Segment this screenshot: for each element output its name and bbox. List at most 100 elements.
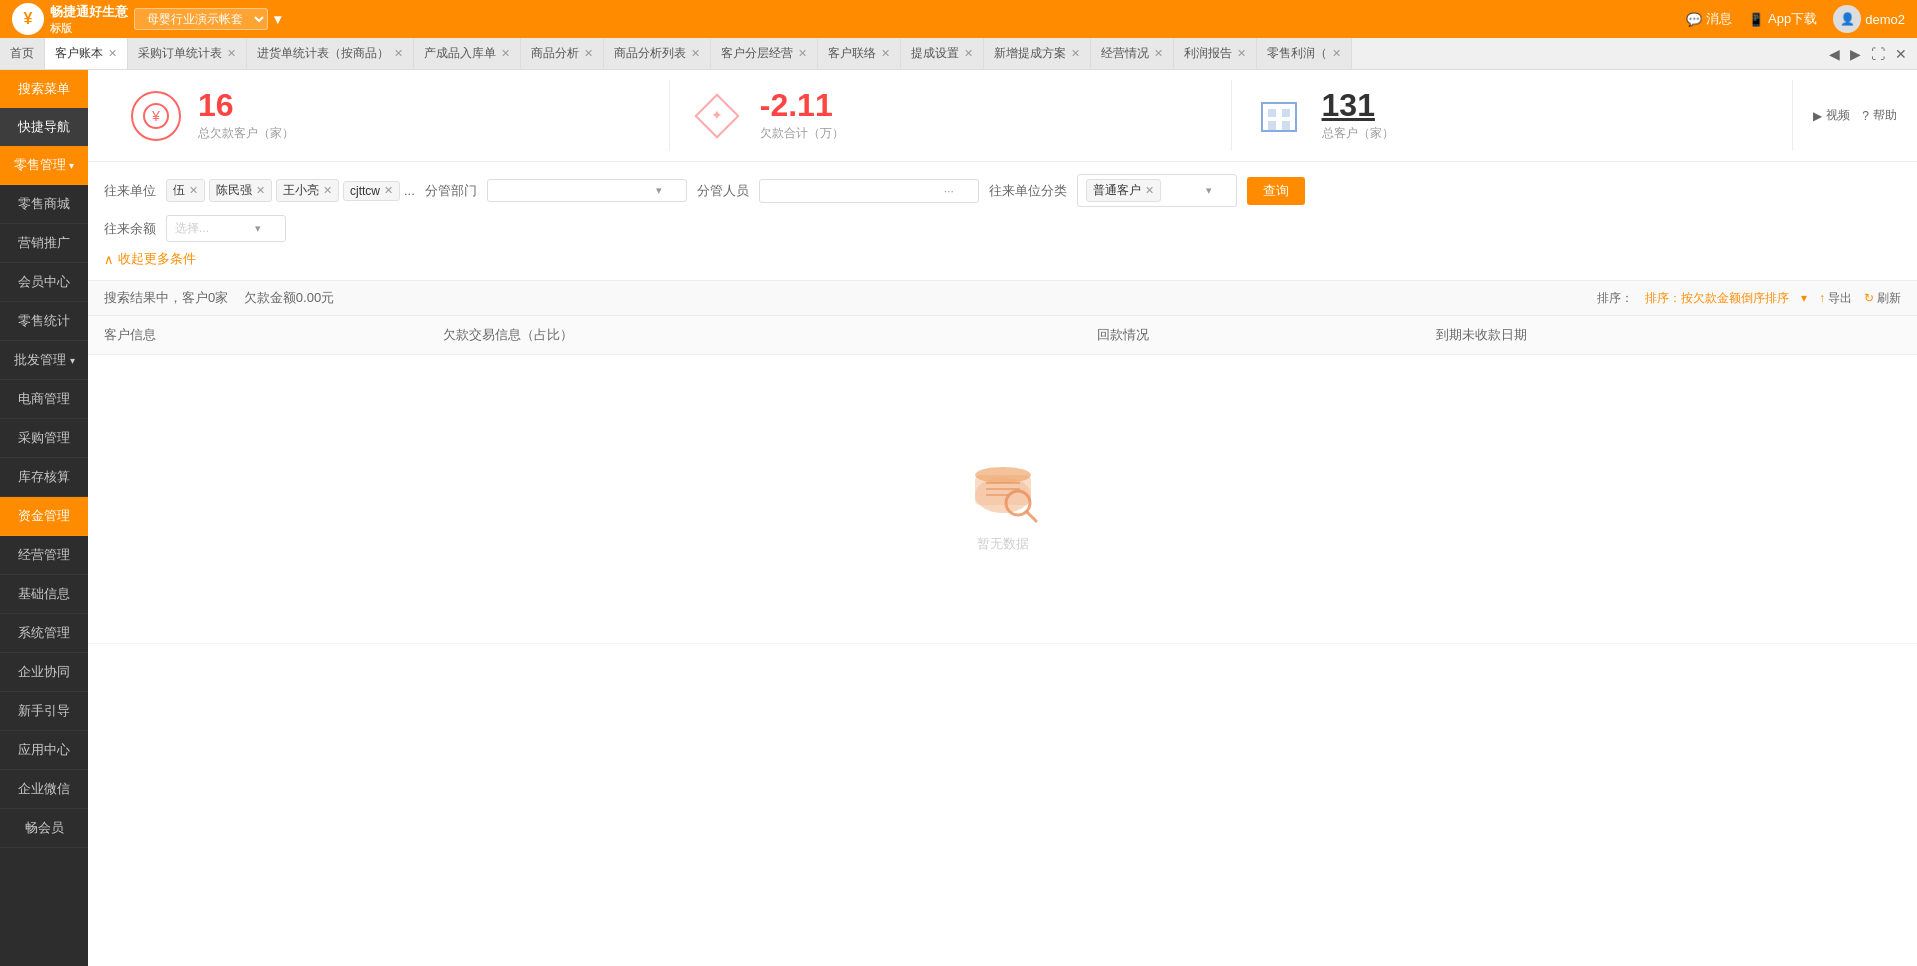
person-select[interactable]: ··· (759, 179, 979, 203)
remove-tag-cjttcw[interactable]: ✕ (384, 184, 393, 197)
sidebar-item-basic-info[interactable]: 基础信息 (0, 575, 88, 614)
result-info: 搜索结果中，客户0家 欠款金额0.00元 (104, 289, 334, 307)
stat-total-debt: ✦ -2.11 欠款合计（万） (670, 80, 1232, 151)
unit-tag-chen: 陈民强 ✕ (209, 179, 272, 202)
tab-customer-book[interactable]: 客户账本 ✕ (45, 38, 128, 70)
sidebar-item-retail-mgmt[interactable]: 零售管理 ▾ (0, 146, 88, 185)
refresh-btn[interactable]: ↻ 刷新 (1864, 290, 1901, 307)
sidebar-item-capital-mgmt[interactable]: 资金管理 (0, 497, 88, 536)
tab-fullscreen-btn[interactable]: ⛶ (1869, 44, 1887, 64)
tab-product-analysis-list[interactable]: 商品分析列表 ✕ (604, 38, 711, 70)
tab-customer-contact[interactable]: 客户联络 ✕ (818, 38, 901, 70)
export-btn[interactable]: ↑ 导出 (1819, 290, 1852, 307)
sidebar-item-marketing[interactable]: 营销推广 (0, 224, 88, 263)
message-btn[interactable]: 💬 消息 (1686, 10, 1732, 28)
person-more-icon: ··· (944, 184, 954, 198)
balance-select[interactable]: 选择... ▾ (166, 215, 286, 242)
tab-product-analysis[interactable]: 商品分析 ✕ (521, 38, 604, 70)
stat-label-debt: 欠款合计（万） (760, 125, 844, 142)
sidebar-item-operation-mgmt[interactable]: 经营管理 (0, 536, 88, 575)
stat-total-debtors: ¥ 16 总欠款客户（家） (108, 80, 670, 151)
svg-point-11 (975, 467, 1031, 483)
sort-select[interactable]: 排序：按欠款金额倒序排序 (1645, 290, 1789, 307)
user-avatar[interactable]: 👤 demo2 (1833, 5, 1905, 33)
app-download-btn[interactable]: 📱 App下载 (1748, 10, 1817, 28)
tab-prev-btn[interactable]: ◀ (1827, 44, 1842, 64)
query-btn[interactable]: 查询 (1247, 177, 1305, 205)
tab-home[interactable]: 首页 (0, 38, 45, 70)
more-tags-btn[interactable]: ... (404, 183, 415, 198)
col-customer-info: 客户信息 (88, 316, 427, 355)
sidebar-item-inventory-check[interactable]: 库存核算 (0, 458, 88, 497)
stat-label-debtors: 总欠款客户（家） (198, 125, 294, 142)
tab-close-raise-settings[interactable]: ✕ (964, 47, 973, 60)
remove-tag-wu[interactable]: ✕ (189, 184, 198, 197)
sidebar-item-member-benefit[interactable]: 畅会员 (0, 809, 88, 848)
tab-new-raise-plan[interactable]: 新增提成方案 ✕ (984, 38, 1091, 70)
sidebar-item-enterprise-wechat[interactable]: 企业微信 (0, 770, 88, 809)
tab-product-inbound[interactable]: 产成品入库单 ✕ (414, 38, 521, 70)
dept-select[interactable]: ▾ (487, 179, 687, 202)
tab-profit-report[interactable]: 利润报告 ✕ (1174, 38, 1257, 70)
col-repayment: 回款情况 (1081, 316, 1420, 355)
tab-close-product-analysis[interactable]: ✕ (584, 47, 593, 60)
top-header: ¥ 畅捷通好生意 标版 母婴行业演示帐套 ▾ 💬 消息 📱 App下载 👤 de… (0, 0, 1917, 38)
tab-customer-tier[interactable]: 客户分层经营 ✕ (711, 38, 818, 70)
tab-close-purchase-order[interactable]: ✕ (227, 47, 236, 60)
data-table: 客户信息 欠款交易信息（占比） 回款情况 到期未收款日期 (88, 316, 1917, 644)
sidebar-item-purchase-mgmt[interactable]: 采购管理 (0, 419, 88, 458)
sidebar-item-new-guide[interactable]: 新手引导 (0, 692, 88, 731)
tab-raise-settings[interactable]: 提成设置 ✕ (901, 38, 984, 70)
tab-close-product-analysis-list[interactable]: ✕ (691, 47, 700, 60)
remove-category-tag[interactable]: ✕ (1145, 184, 1154, 197)
tab-retail-profit[interactable]: 零售利润（ ✕ (1257, 38, 1352, 70)
chevron-down-icon-2: ▾ (70, 355, 75, 366)
sidebar-search[interactable]: 搜索菜单 (0, 70, 88, 108)
remove-tag-wang[interactable]: ✕ (323, 184, 332, 197)
tab-close-customer-tier[interactable]: ✕ (798, 47, 807, 60)
sidebar-item-ecommerce-mgmt[interactable]: 电商管理 (0, 380, 88, 419)
tab-operation-status[interactable]: 经营情况 ✕ (1091, 38, 1174, 70)
tab-close-product-inbound[interactable]: ✕ (501, 47, 510, 60)
sidebar-nav[interactable]: 快捷导航 (0, 108, 88, 146)
result-actions: 排序： 排序：按欠款金额倒序排序 ▾ ↑ 导出 ↻ 刷新 (1597, 290, 1901, 307)
sidebar-item-retail-stats[interactable]: 零售统计 (0, 302, 88, 341)
selector-dropdown-icon[interactable]: ▾ (274, 11, 281, 27)
result-bar: 搜索结果中，客户0家 欠款金额0.00元 排序： 排序：按欠款金额倒序排序 ▾ … (88, 281, 1917, 316)
balance-label: 往来余额 (104, 220, 156, 238)
tab-close-retail-profit[interactable]: ✕ (1332, 47, 1341, 60)
unit-tag-cjttcw: cjttcw ✕ (343, 181, 400, 201)
empty-state-cell: 暂无数据 (88, 355, 1917, 644)
tab-next-btn[interactable]: ▶ (1848, 44, 1863, 64)
tab-close-new-raise-plan[interactable]: ✕ (1071, 47, 1080, 60)
tab-close-customer-contact[interactable]: ✕ (881, 47, 890, 60)
sidebar-item-enterprise-coop[interactable]: 企业协同 (0, 653, 88, 692)
tab-close-purchase-stats[interactable]: ✕ (394, 47, 403, 60)
sidebar-item-system-mgmt[interactable]: 系统管理 (0, 614, 88, 653)
collapse-btn[interactable]: ∧ 收起更多条件 (104, 250, 1901, 268)
sidebar-item-retail-mall[interactable]: 零售商城 (0, 185, 88, 224)
svg-line-16 (1027, 512, 1036, 521)
unit-tag-wu: 伍 ✕ (166, 179, 205, 202)
unit-category-select[interactable]: 普通客户 ✕ ▾ (1077, 174, 1237, 207)
stat-text-debtors: 16 总欠款客户（家） (198, 89, 294, 142)
sidebar-item-app-center[interactable]: 应用中心 (0, 731, 88, 770)
unit-label: 往来单位 (104, 182, 156, 200)
sidebar-item-member-center[interactable]: 会员中心 (0, 263, 88, 302)
tab-close-profit-report[interactable]: ✕ (1237, 47, 1246, 60)
remove-tag-chen[interactable]: ✕ (256, 184, 265, 197)
video-btn[interactable]: ▶ 视频 (1813, 107, 1850, 124)
svg-rect-8 (1282, 121, 1290, 131)
account-selector[interactable]: 母婴行业演示帐套 (134, 8, 268, 30)
sidebar-item-wholesale-mgmt[interactable]: 批发管理 ▾ (0, 341, 88, 380)
filter-row-2: 往来余额 选择... ▾ (104, 215, 1901, 242)
tab-purchase-order[interactable]: 采购订单统计表 ✕ (128, 38, 247, 70)
sort-arrow[interactable]: ▾ (1801, 291, 1807, 305)
tab-close-all-btn[interactable]: ✕ (1893, 44, 1909, 64)
empty-label: 暂无数据 (977, 535, 1029, 553)
stat-label-customers: 总客户（家） (1322, 125, 1394, 142)
tab-close-operation-status[interactable]: ✕ (1154, 47, 1163, 60)
tab-purchase-stats[interactable]: 进货单统计表（按商品） ✕ (247, 38, 414, 70)
help-btn[interactable]: ? 帮助 (1862, 107, 1897, 124)
tab-close-customer-book[interactable]: ✕ (108, 47, 117, 60)
